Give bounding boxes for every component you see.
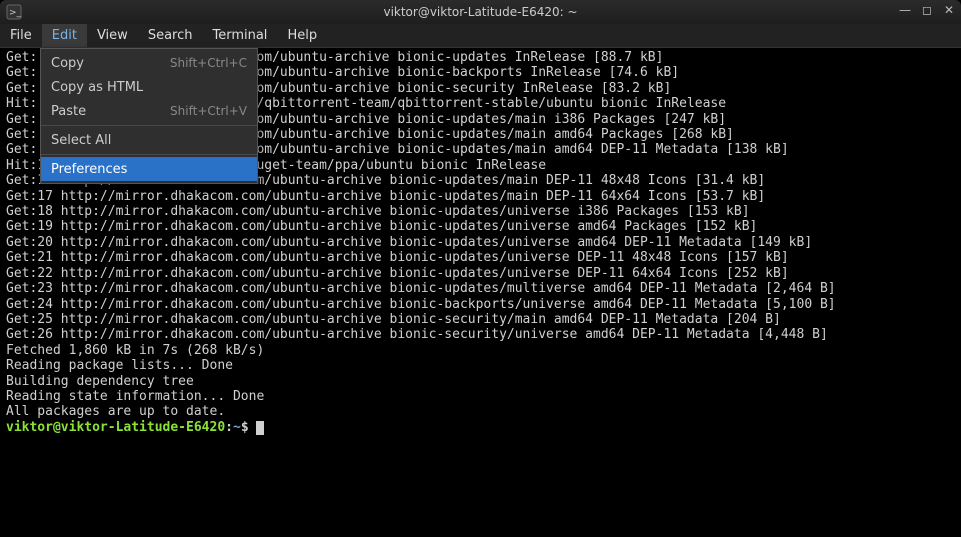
menu-copy-shortcut: Shift+Ctrl+C xyxy=(170,56,247,70)
terminal-line: Get:26 http://mirror.dhakacom.com/ubuntu… xyxy=(6,327,957,342)
terminal-line: Get:24 http://mirror.dhakacom.com/ubuntu… xyxy=(6,297,957,312)
menu-help[interactable]: Help xyxy=(277,24,327,47)
terminal-line: Get:17 http://mirror.dhakacom.com/ubuntu… xyxy=(6,189,957,204)
menu-separator xyxy=(41,125,257,126)
menu-separator xyxy=(41,154,257,155)
terminal-line: Get:18 http://mirror.dhakacom.com/ubuntu… xyxy=(6,204,957,219)
menu-preferences[interactable]: Preferences xyxy=(41,157,257,181)
prompt-user-host: viktor@viktor-Latitude-E6420 xyxy=(6,420,225,435)
terminal-line: Building dependency tree xyxy=(6,374,957,389)
minimize-button[interactable]: — xyxy=(897,3,913,19)
terminal-line: Fetched 1,860 kB in 7s (268 kB/s) xyxy=(6,343,957,358)
terminal-line: Get:21 http://mirror.dhakacom.com/ubuntu… xyxy=(6,250,957,265)
terminal-line: Get:19 http://mirror.dhakacom.com/ubuntu… xyxy=(6,219,957,234)
menu-preferences-label: Preferences xyxy=(51,162,127,177)
menu-paste-shortcut: Shift+Ctrl+V xyxy=(170,104,247,118)
menu-paste-label: Paste xyxy=(51,104,86,119)
menu-copy-html[interactable]: Copy as HTML xyxy=(41,75,257,99)
terminal-line: Reading package lists... Done xyxy=(6,358,957,373)
terminal-line: Get:22 http://mirror.dhakacom.com/ubuntu… xyxy=(6,266,957,281)
menu-paste[interactable]: Paste Shift+Ctrl+V xyxy=(41,99,257,123)
menu-file[interactable]: File xyxy=(0,24,42,47)
menu-terminal[interactable]: Terminal xyxy=(202,24,277,47)
menu-select-all[interactable]: Select All xyxy=(41,128,257,152)
menu-copy-label: Copy xyxy=(51,56,84,71)
terminal-line: Get:20 http://mirror.dhakacom.com/ubuntu… xyxy=(6,235,957,250)
menubar: File Edit View Search Terminal Help xyxy=(0,24,961,48)
window-controls: — ◻ ✕ xyxy=(897,3,957,19)
prompt-path: ~ xyxy=(233,420,241,435)
svg-text:>_: >_ xyxy=(9,8,22,18)
menu-select-all-label: Select All xyxy=(51,133,111,148)
maximize-button[interactable]: ◻ xyxy=(919,3,935,19)
edit-dropdown: Copy Shift+Ctrl+C Copy as HTML Paste Shi… xyxy=(40,48,258,184)
window-titlebar: >_ viktor@viktor-Latitude-E6420: ~ — ◻ ✕ xyxy=(0,0,961,24)
terminal-line: Get:25 http://mirror.dhakacom.com/ubuntu… xyxy=(6,312,957,327)
menu-copy-html-label: Copy as HTML xyxy=(51,80,143,95)
close-button[interactable]: ✕ xyxy=(941,3,957,19)
terminal-line: Get:23 http://mirror.dhakacom.com/ubuntu… xyxy=(6,281,957,296)
menu-view[interactable]: View xyxy=(87,24,138,47)
prompt-line: viktor@viktor-Latitude-E6420:~$ xyxy=(6,420,957,435)
terminal-line: Reading state information... Done xyxy=(6,389,957,404)
terminal-icon: >_ xyxy=(6,4,22,20)
terminal-line: All packages are up to date. xyxy=(6,404,957,419)
menu-search[interactable]: Search xyxy=(138,24,203,47)
menu-edit[interactable]: Edit xyxy=(42,24,87,47)
menu-copy[interactable]: Copy Shift+Ctrl+C xyxy=(41,51,257,75)
window-title: viktor@viktor-Latitude-E6420: ~ xyxy=(383,5,577,19)
cursor xyxy=(256,421,264,435)
prompt-dollar: $ xyxy=(241,420,257,435)
prompt-colon: : xyxy=(225,420,233,435)
